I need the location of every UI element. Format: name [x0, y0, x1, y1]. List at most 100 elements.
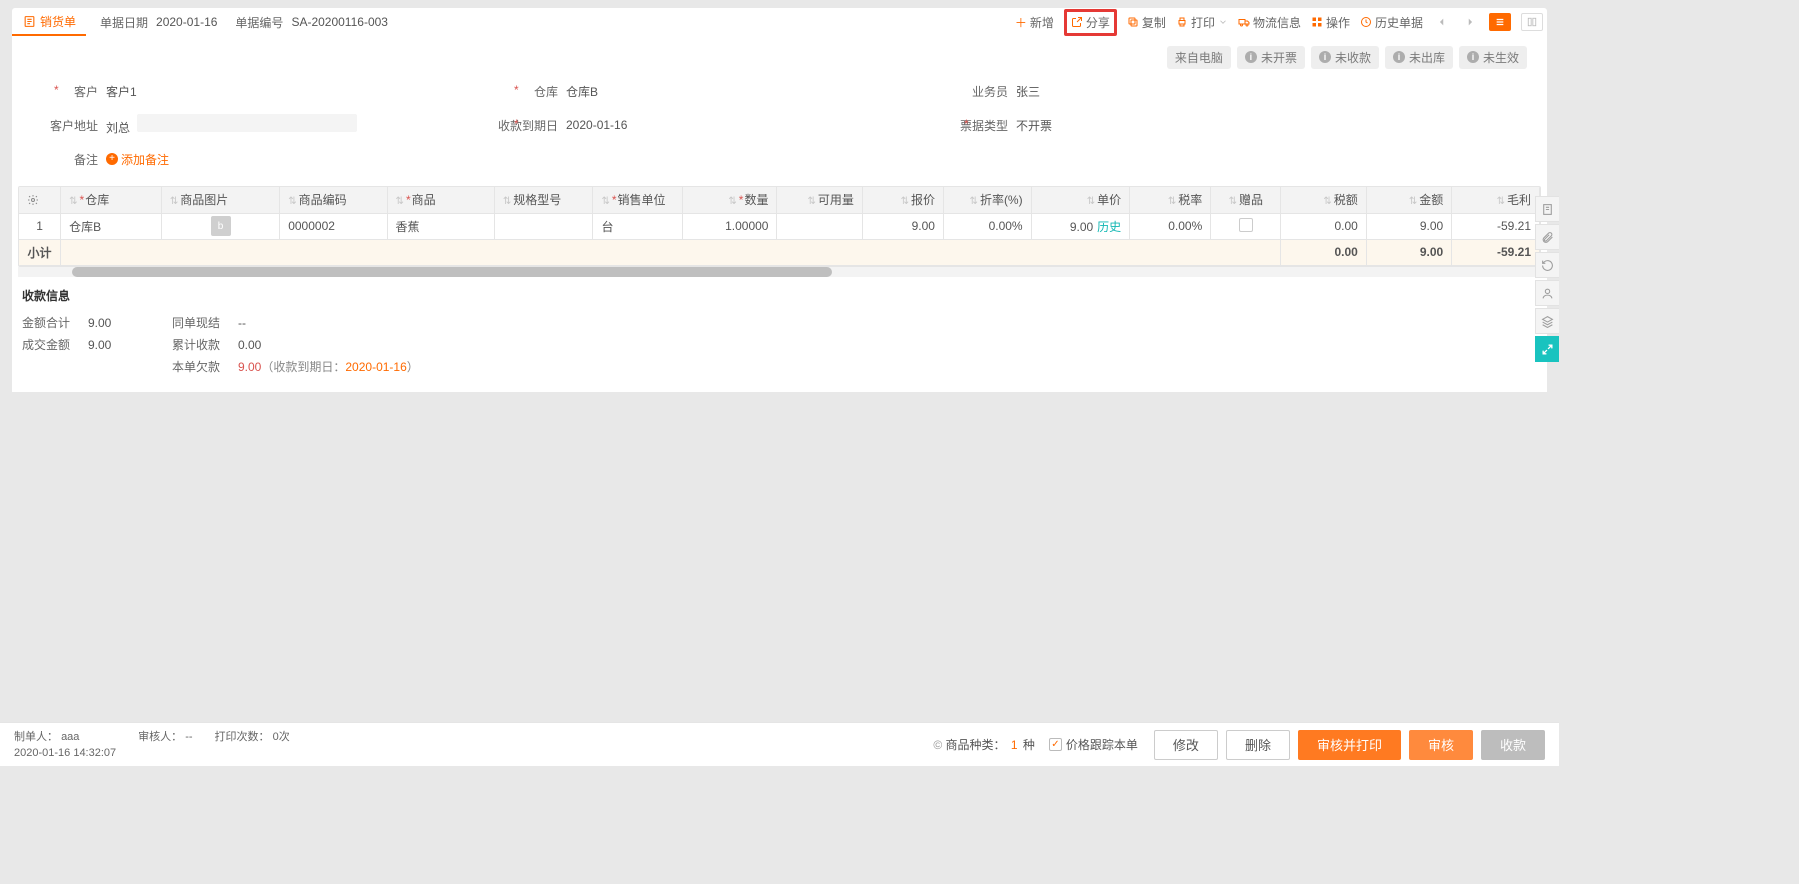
- auditor-label: 审核人：: [138, 731, 182, 743]
- cell-discount[interactable]: 0.00%: [943, 213, 1031, 239]
- maker-value: aaa: [61, 731, 79, 743]
- value-warehouse[interactable]: 仓库B: [566, 83, 598, 100]
- next-button[interactable]: [1461, 13, 1479, 31]
- value-salesman[interactable]: 张三: [1016, 83, 1040, 100]
- delete-button[interactable]: 删除: [1226, 730, 1290, 760]
- col-price[interactable]: ⇅单价: [1031, 187, 1130, 213]
- cell-gift[interactable]: [1211, 213, 1281, 239]
- value-same-order: --: [238, 316, 246, 330]
- info-icon: i: [1393, 51, 1405, 63]
- table-row[interactable]: 1 仓库B b 0000002 香蕉 台 1.00000 9.00 0.00% …: [19, 213, 1540, 239]
- col-tax-amount[interactable]: ⇅税额: [1281, 187, 1366, 213]
- horizontal-scrollbar[interactable]: [18, 267, 1541, 277]
- table-header-row: ⇅*仓库 ⇅商品图片 ⇅商品编码 ⇅*商品 ⇅规格型号 ⇅*销售单位 ⇅*数量 …: [19, 187, 1540, 213]
- col-tax-rate[interactable]: ⇅税率: [1130, 187, 1211, 213]
- col-warehouse[interactable]: ⇅*仓库: [61, 187, 162, 213]
- copy-button[interactable]: 复制: [1127, 14, 1166, 31]
- value-address[interactable]: 刘总: [106, 114, 357, 136]
- timestamp: 2020-01-16 14:32:07: [14, 745, 116, 761]
- grid-icon: [1311, 16, 1323, 28]
- modify-button[interactable]: 修改: [1154, 730, 1218, 760]
- history-button[interactable]: 历史单据: [1360, 14, 1423, 31]
- audit-print-button[interactable]: 审核并打印: [1298, 730, 1401, 760]
- col-amount[interactable]: ⇅金额: [1366, 187, 1451, 213]
- plus-circle-icon: +: [106, 153, 118, 165]
- cell-product[interactable]: 香蕉: [387, 213, 494, 239]
- tag-no-invoice[interactable]: i未开票: [1237, 46, 1305, 69]
- subtotal-tax: 0.00: [1281, 239, 1366, 265]
- cell-price[interactable]: 9.00历史: [1031, 213, 1130, 239]
- tag-from-pc: 来自电脑: [1167, 46, 1231, 69]
- maker-label: 制单人：: [14, 731, 58, 743]
- col-settings[interactable]: [19, 187, 61, 213]
- toolbar-actions: ＋ 新增 分享 复制 打印: [1015, 9, 1547, 36]
- prev-button[interactable]: [1433, 13, 1451, 31]
- view-list-button[interactable]: [1489, 13, 1511, 31]
- col-product[interactable]: ⇅*商品: [387, 187, 494, 213]
- col-available[interactable]: ⇅可用量: [777, 187, 862, 213]
- add-remark-button[interactable]: + 添加备注: [106, 151, 169, 168]
- dock-layers-icon[interactable]: [1535, 308, 1559, 334]
- cell-quote[interactable]: 9.00: [862, 213, 943, 239]
- cell-profit: -59.21: [1452, 213, 1540, 239]
- clock-icon: [1360, 16, 1372, 28]
- copyright-icon: ©: [933, 738, 942, 752]
- product-kinds: © 商品种类： 1 种: [933, 736, 1035, 753]
- col-gift[interactable]: ⇅赠品: [1211, 187, 1281, 213]
- tag-not-effective[interactable]: i未生效: [1459, 46, 1527, 69]
- label-remark: 备注: [30, 151, 106, 168]
- label-customer: 客户: [30, 83, 106, 100]
- view-grid-button[interactable]: [1521, 13, 1543, 31]
- tag-no-outbound[interactable]: i未出库: [1385, 46, 1453, 69]
- print-button[interactable]: 打印: [1176, 14, 1228, 31]
- price-history-link[interactable]: 历史: [1097, 220, 1121, 234]
- gear-icon: [27, 194, 52, 206]
- line-items-table: ⇅*仓库 ⇅商品图片 ⇅商品编码 ⇅*商品 ⇅规格型号 ⇅*销售单位 ⇅*数量 …: [18, 186, 1541, 267]
- col-code[interactable]: ⇅商品编码: [280, 187, 387, 213]
- cell-unit[interactable]: 台: [593, 213, 683, 239]
- dock-note-icon[interactable]: [1535, 196, 1559, 222]
- cell-image[interactable]: b: [161, 213, 279, 239]
- col-qty[interactable]: ⇅*数量: [683, 187, 777, 213]
- chevron-down-icon: [1218, 17, 1228, 27]
- logistics-button[interactable]: 物流信息: [1238, 14, 1301, 31]
- tag-no-receipt[interactable]: i未收款: [1311, 46, 1379, 69]
- payment-info: 收款信息 金额合计9.00 同单现结-- 成交金额9.00 累计收款0.00 本…: [12, 277, 1547, 382]
- footer-meta: 制单人： aaa 2020-01-16 14:32:07 审核人： -- 打印次…: [14, 729, 290, 761]
- cell-tax-rate[interactable]: 0.00%: [1130, 213, 1211, 239]
- dock-attach-icon[interactable]: [1535, 224, 1559, 250]
- dock-user-icon[interactable]: [1535, 280, 1559, 306]
- plus-icon: ＋: [1015, 14, 1027, 31]
- print-icon: [1176, 16, 1188, 28]
- dock-expand-icon[interactable]: [1535, 336, 1559, 362]
- scroll-thumb[interactable]: [72, 267, 832, 277]
- value-cum-receive: 0.00: [238, 338, 261, 352]
- gift-checkbox[interactable]: [1239, 218, 1253, 232]
- payment-title: 收款信息: [22, 287, 1529, 304]
- dock-refresh-icon[interactable]: [1535, 252, 1559, 278]
- share-button[interactable]: 分享: [1064, 9, 1117, 36]
- tab-sales-order[interactable]: 销货单: [12, 8, 86, 36]
- price-follow-checkbox[interactable]: ✓ 价格跟踪本单: [1049, 736, 1138, 753]
- checkbox-icon: ✓: [1049, 738, 1062, 751]
- value-invoice-type[interactable]: 不开票: [1016, 117, 1052, 134]
- col-profit[interactable]: ⇅毛利: [1452, 187, 1540, 213]
- new-button[interactable]: ＋ 新增: [1015, 14, 1054, 31]
- col-unit[interactable]: ⇅*销售单位: [593, 187, 683, 213]
- col-image[interactable]: ⇅商品图片: [161, 187, 279, 213]
- cell-idx: 1: [19, 213, 61, 239]
- cell-spec[interactable]: [494, 213, 593, 239]
- label-warehouse: 仓库: [490, 83, 566, 100]
- operate-button[interactable]: 操作: [1311, 14, 1350, 31]
- share-icon: [1071, 16, 1083, 28]
- doc-date: 单据日期 2020-01-16: [100, 14, 217, 31]
- audit-button[interactable]: 审核: [1409, 730, 1473, 760]
- cell-code[interactable]: 0000002: [280, 213, 387, 239]
- value-customer[interactable]: 客户1: [106, 83, 137, 100]
- col-spec[interactable]: ⇅规格型号: [494, 187, 593, 213]
- col-quote[interactable]: ⇅报价: [862, 187, 943, 213]
- cell-qty[interactable]: 1.00000: [683, 213, 777, 239]
- col-discount[interactable]: ⇅折率(%): [943, 187, 1031, 213]
- value-due-date[interactable]: 2020-01-16: [566, 118, 627, 132]
- cell-warehouse[interactable]: 仓库B: [61, 213, 162, 239]
